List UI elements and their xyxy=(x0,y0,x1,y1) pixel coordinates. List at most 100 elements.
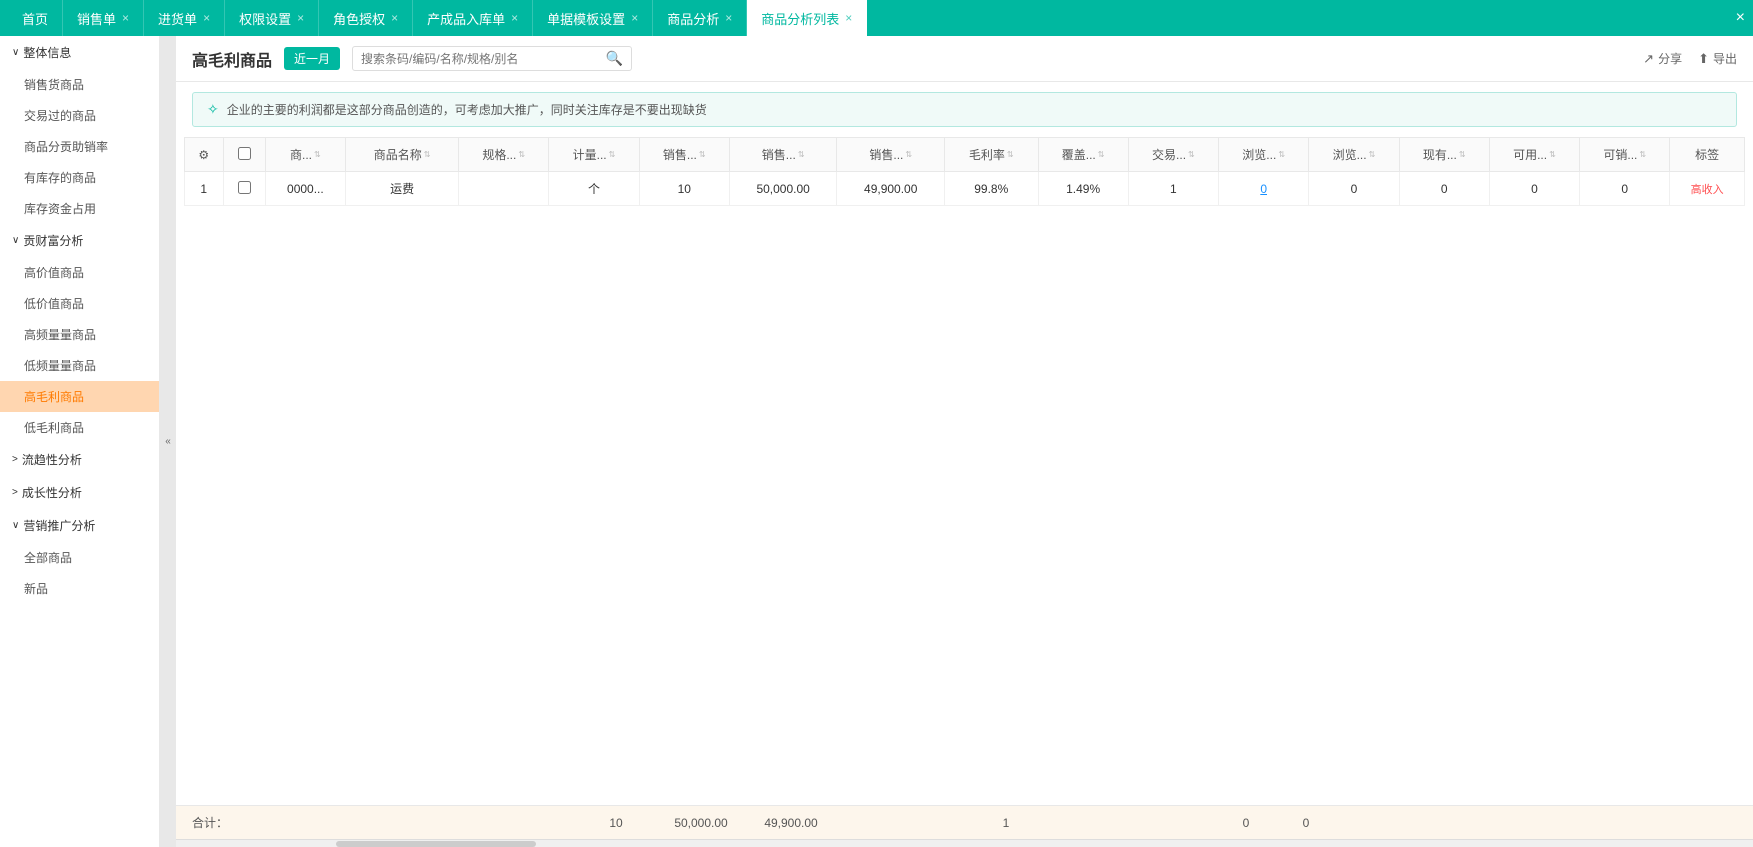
sidebar-group-marketing[interactable]: ∨营销推广分析 xyxy=(0,509,159,542)
row-coverage: 1.49% xyxy=(1038,172,1128,206)
share-icon: ↗ xyxy=(1643,51,1654,67)
sidebar-group-growth[interactable]: >成长性分析 xyxy=(0,476,159,509)
sidebar-item-sales-goods[interactable]: 销售货商品 xyxy=(0,69,159,100)
sort-icon[interactable]: ⇅ xyxy=(1188,150,1195,159)
sort-icon[interactable]: ⇅ xyxy=(699,150,706,159)
nav-tab-close-product-analysis[interactable]: × xyxy=(725,11,732,25)
row-browse1-link[interactable]: 0 xyxy=(1260,182,1267,196)
nav-tab-permission-settings[interactable]: 权限设置× xyxy=(225,0,319,36)
table-row: 10000...运费个1050,000.0049,900.0099.8%1.49… xyxy=(185,172,1745,206)
table-footer: 合计： 1050,000.0049,900.00100 xyxy=(176,805,1753,839)
col-header-current-stock[interactable]: 现有...⇅ xyxy=(1399,138,1489,172)
col-label: 商... xyxy=(290,146,312,163)
footer-cell-6: 10 xyxy=(576,816,656,830)
col-header-sales-cost[interactable]: 销售...⇅ xyxy=(837,138,945,172)
sidebar-group-financial[interactable]: ∨贡财富分析 xyxy=(0,224,159,257)
col-header-coverage[interactable]: 覆盖...⇅ xyxy=(1038,138,1128,172)
sidebar-item-low-value[interactable]: 低价值商品 xyxy=(0,288,159,319)
sort-icon[interactable]: ⇅ xyxy=(1639,150,1646,159)
sort-icon[interactable]: ⇅ xyxy=(1007,150,1014,159)
sidebar: ∨整体信息销售货商品交易过的商品商品分贡助销率有库存的商品库存资金占用∨贡财富分… xyxy=(0,36,160,847)
row-sales-cost: 49,900.00 xyxy=(837,172,945,206)
share-button[interactable]: ↗ 分享 xyxy=(1643,50,1682,67)
row-sales-qty: 10 xyxy=(639,172,729,206)
col-label: 销售... xyxy=(762,146,796,163)
sort-icon[interactable]: ⇅ xyxy=(518,150,525,159)
nav-tab-close-sales-order[interactable]: × xyxy=(122,11,129,25)
sort-icon[interactable]: ⇅ xyxy=(798,150,805,159)
sidebar-group-overall[interactable]: ∨整体信息 xyxy=(0,36,159,69)
nav-tab-sales-order[interactable]: 销售单 × xyxy=(63,0,144,36)
nav-tab-role-permission[interactable]: 角色授权× xyxy=(319,0,413,36)
row-browse2: 0 xyxy=(1309,172,1399,206)
col-label: 销售... xyxy=(663,146,697,163)
date-filter-button[interactable]: 近一月 xyxy=(284,47,340,70)
search-icon[interactable]: 🔍 xyxy=(606,50,623,67)
sidebar-item-traded-goods[interactable]: 交易过的商品 xyxy=(0,100,159,131)
select-all-checkbox[interactable] xyxy=(238,147,251,160)
nav-tab-template-settings[interactable]: 单据模板设置 × xyxy=(533,0,653,36)
horizontal-scrollbar[interactable] xyxy=(176,839,1753,847)
nav-tab-product-analysis-list[interactable]: 商品分析列表× xyxy=(747,0,867,36)
col-header-gross-margin[interactable]: 毛利率⇅ xyxy=(945,138,1039,172)
sort-icon[interactable]: ⇅ xyxy=(905,150,912,159)
nav-tab-purchase[interactable]: 进货单× xyxy=(144,0,225,36)
sidebar-item-high-margin[interactable]: 高毛利商品 xyxy=(0,381,159,412)
sidebar-item-analysis-assist-rate[interactable]: 商品分贡助销率 xyxy=(0,131,159,162)
col-header-browse2[interactable]: 浏览...⇅ xyxy=(1309,138,1399,172)
sort-icon[interactable]: ⇅ xyxy=(1098,150,1105,159)
col-label: 覆盖... xyxy=(1062,146,1096,163)
col-header-browse1[interactable]: 浏览...⇅ xyxy=(1219,138,1309,172)
row-saleable: 0 xyxy=(1580,172,1670,206)
col-header-sales-qty[interactable]: 销售...⇅ xyxy=(639,138,729,172)
sidebar-toggle[interactable]: « xyxy=(160,36,176,847)
close-all-tabs[interactable]: × xyxy=(1736,9,1745,27)
sort-icon[interactable]: ⇅ xyxy=(314,150,321,159)
sidebar-item-low-margin[interactable]: 低毛利商品 xyxy=(0,412,159,443)
col-header-name[interactable]: 商品名称⇅ xyxy=(346,138,459,172)
col-header-unit[interactable]: 计量...⇅ xyxy=(549,138,639,172)
sort-icon[interactable]: ⇅ xyxy=(424,150,431,159)
sort-icon[interactable]: ⇅ xyxy=(1549,150,1556,159)
nav-tab-label-template-settings: 单据模板设置 xyxy=(547,9,625,28)
row-select-checkbox[interactable] xyxy=(238,181,251,194)
row-code: 0000... xyxy=(265,172,346,206)
col-header-trade-count[interactable]: 交易...⇅ xyxy=(1128,138,1218,172)
nav-tab-close-product-entry[interactable]: × xyxy=(511,11,518,25)
nav-tab-label-home: 首页 xyxy=(22,9,48,28)
export-button[interactable]: ⬆ 导出 xyxy=(1698,50,1737,67)
sort-icon[interactable]: ⇅ xyxy=(609,150,616,159)
nav-tab-close-template-settings[interactable]: × xyxy=(631,11,638,25)
sort-icon[interactable]: ⇅ xyxy=(1369,150,1376,159)
sidebar-item-high-freq[interactable]: 高频量量商品 xyxy=(0,319,159,350)
sidebar-item-inventory-capital[interactable]: 库存资金占用 xyxy=(0,193,159,224)
nav-tab-close-permission-settings[interactable]: × xyxy=(297,11,304,25)
sidebar-item-stocked-goods[interactable]: 有库存的商品 xyxy=(0,162,159,193)
nav-tab-product-analysis[interactable]: 商品分析× xyxy=(653,0,747,36)
col-header-available[interactable]: 可用...⇅ xyxy=(1489,138,1579,172)
info-icon: ✧ xyxy=(207,101,219,118)
sidebar-item-high-value[interactable]: 高价值商品 xyxy=(0,257,159,288)
sort-icon[interactable]: ⇅ xyxy=(1459,150,1466,159)
nav-tab-close-purchase[interactable]: × xyxy=(203,11,210,25)
col-header-saleable[interactable]: 可销...⇅ xyxy=(1580,138,1670,172)
search-input[interactable] xyxy=(361,52,600,66)
col-header-code[interactable]: 商...⇅ xyxy=(265,138,346,172)
col-header-sales-amount[interactable]: 销售...⇅ xyxy=(729,138,837,172)
collapse-icon: ∨ xyxy=(12,47,19,58)
nav-tab-home[interactable]: 首页 xyxy=(8,0,63,36)
nav-tab-product-entry[interactable]: 产成品入库单× xyxy=(413,0,533,36)
nav-tab-close-product-analysis-list[interactable]: × xyxy=(845,11,852,25)
sidebar-group-trend[interactable]: >流趋性分析 xyxy=(0,443,159,476)
nav-tab-label-sales-order: 销售单 xyxy=(77,9,116,28)
sort-icon[interactable]: ⇅ xyxy=(1278,150,1285,159)
row-current-stock: 0 xyxy=(1399,172,1489,206)
nav-tab-close-role-permission[interactable]: × xyxy=(391,11,398,25)
sidebar-item-new-goods[interactable]: 新品 xyxy=(0,573,159,604)
sidebar-item-all-goods[interactable]: 全部商品 xyxy=(0,542,159,573)
sidebar-item-low-freq[interactable]: 低频量量商品 xyxy=(0,350,159,381)
col-label: 现有... xyxy=(1423,146,1457,163)
col-header-spec[interactable]: 规格...⇅ xyxy=(459,138,549,172)
scrollbar-thumb[interactable] xyxy=(336,841,536,847)
row-trade-count: 1 xyxy=(1128,172,1218,206)
